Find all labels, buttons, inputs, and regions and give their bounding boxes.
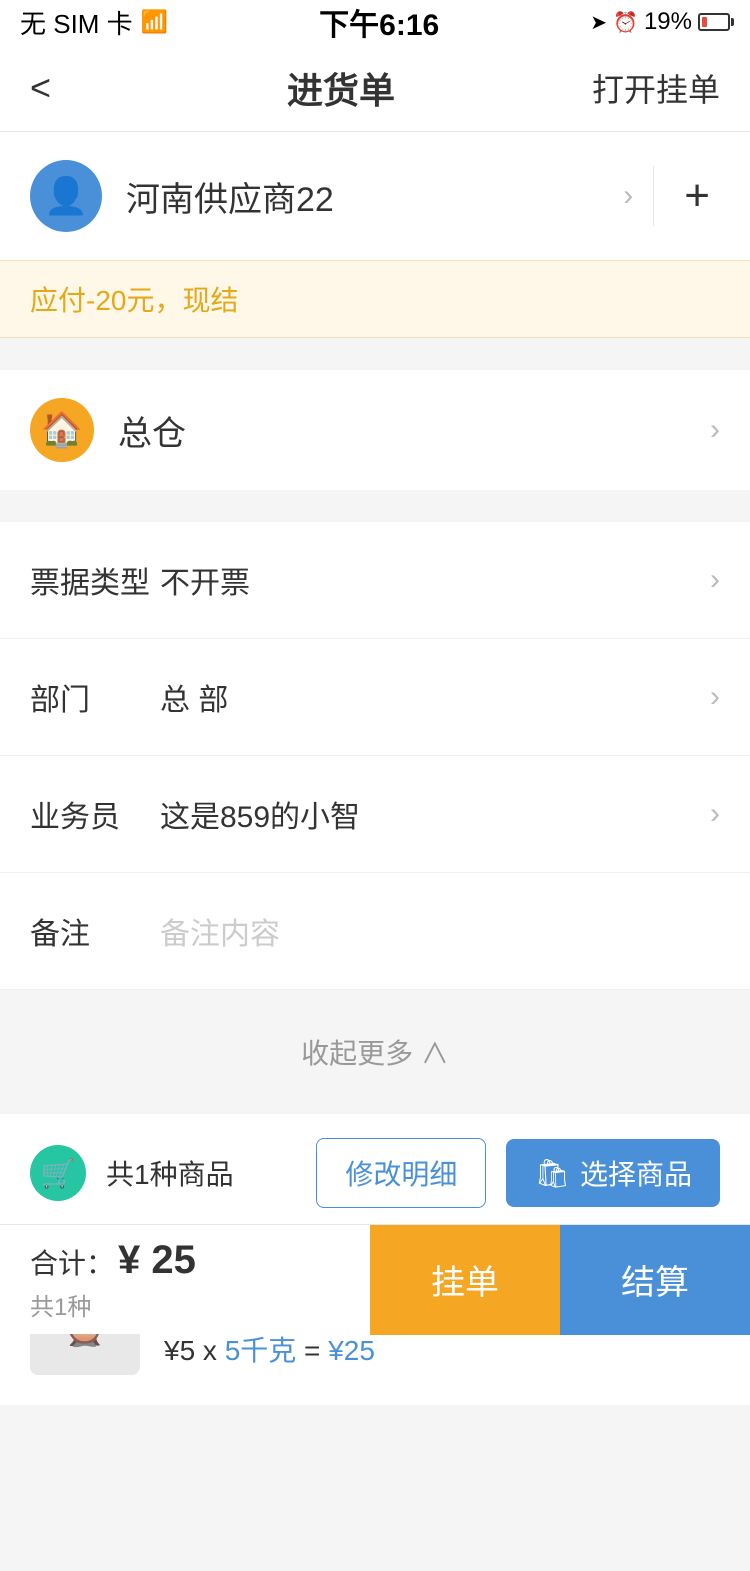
footer-total-amount: ¥ 25 <box>118 1238 196 1283</box>
page-title: 进货单 <box>287 62 395 114</box>
warehouse-chevron-icon: › <box>710 413 720 447</box>
salesperson-value: 这是859的小智 <box>160 792 710 836</box>
form-row-remark[interactable]: 备注 备注内容 <box>0 873 750 990</box>
warehouse-icon-glyph: 🏠 <box>41 410 83 450</box>
collapse-label: 收起更多 ∧ <box>301 1032 449 1072</box>
ticket-chevron-icon: › <box>710 563 720 597</box>
products-count: 共1种商品 <box>106 1153 296 1193</box>
alarm-icon: ⏰ <box>613 10 638 35</box>
collapse-button[interactable]: 收起更多 ∧ <box>0 1006 750 1098</box>
products-icon: 🛒 <box>30 1145 86 1201</box>
equals: = <box>296 1335 328 1366</box>
product-price: ¥5 x 5千克 = ¥25 <box>164 1329 660 1369</box>
nav-bar: < 进货单 打开挂单 <box>0 44 750 132</box>
open-hang-button[interactable]: 打开挂单 <box>592 65 720 111</box>
footer-total-label: 合计： <box>30 1242 114 1282</box>
qty: 5千克 <box>225 1335 297 1366</box>
warning-banner: 应付-20元，现结 <box>0 260 750 338</box>
gap <box>0 354 750 370</box>
ticket-label: 票据类型 <box>30 558 160 602</box>
add-supplier-button[interactable]: + <box>674 171 720 221</box>
settle-button[interactable]: 结算 <box>560 1225 750 1335</box>
select-product-icon: 🛍 <box>534 1157 570 1190</box>
edit-detail-button[interactable]: 修改明细 <box>316 1138 486 1208</box>
select-product-button[interactable]: 🛍 选择商品 <box>506 1139 720 1207</box>
form-row-ticket[interactable]: 票据类型 不开票 › <box>0 522 750 639</box>
warehouse-section: 🏠 总仓 › <box>0 370 750 490</box>
battery-icon <box>698 13 730 31</box>
unit-price: ¥5 x <box>164 1335 225 1366</box>
gap3 <box>0 1098 750 1114</box>
supplier-avatar-icon: 👤 <box>44 175 89 217</box>
status-right: ➤ ⏰ 19% <box>590 8 730 36</box>
remark-input[interactable]: 备注内容 <box>160 909 720 953</box>
warehouse-icon: 🏠 <box>30 398 94 462</box>
form-section: 票据类型 不开票 › 部门 总 部 › 业务员 这是859的小智 › 备注 备注… <box>0 522 750 990</box>
back-button[interactable]: < <box>30 67 90 109</box>
department-value: 总 部 <box>160 675 710 719</box>
salesperson-label: 业务员 <box>30 792 160 836</box>
carrier-label: 无 SIM 卡 <box>20 4 133 41</box>
warehouse-name: 总仓 <box>118 406 710 455</box>
supplier-chevron-icon: › <box>623 179 633 213</box>
select-product-label: 选择商品 <box>580 1153 692 1193</box>
supplier-name: 河南供应商22 <box>126 172 623 221</box>
status-left: 无 SIM 卡 📶 <box>20 4 168 41</box>
location-icon: ➤ <box>590 10 607 35</box>
gap2 <box>0 506 750 522</box>
form-row-department[interactable]: 部门 总 部 › <box>0 639 750 756</box>
status-bar: 无 SIM 卡 📶 下午6:16 ➤ ⏰ 19% <box>0 0 750 44</box>
warehouse-row[interactable]: 🏠 总仓 › <box>0 370 750 490</box>
remark-label: 备注 <box>30 909 160 953</box>
salesperson-chevron-icon: › <box>710 797 720 831</box>
department-chevron-icon: › <box>710 680 720 714</box>
department-label: 部门 <box>30 675 160 719</box>
supplier-avatar: 👤 <box>30 160 102 232</box>
footer: 合计： ¥ 25 共1种 挂单 结算 <box>0 1224 750 1334</box>
products-icon-glyph: 🛒 <box>41 1157 76 1190</box>
supplier-section: 👤 河南供应商22 › + 应付-20元，现结 <box>0 132 750 338</box>
products-header: 🛒 共1种商品 修改明细 🛍 选择商品 <box>0 1114 750 1233</box>
wifi-icon: 📶 <box>141 9 168 35</box>
bottom-gap <box>0 1421 750 1461</box>
footer-total-row: 合计： ¥ 25 <box>30 1238 340 1283</box>
form-row-salesperson[interactable]: 业务员 这是859的小智 › <box>0 756 750 873</box>
footer-total: 合计： ¥ 25 共1种 <box>0 1238 370 1322</box>
battery-percent: 19% <box>644 8 692 36</box>
total-price: ¥25 <box>328 1335 375 1366</box>
vertical-divider <box>653 166 654 226</box>
footer-sub-label: 共1种 <box>30 1287 340 1322</box>
hang-button[interactable]: 挂单 <box>370 1225 560 1335</box>
ticket-value: 不开票 <box>160 558 710 602</box>
time-label: 下午6:16 <box>319 0 439 44</box>
supplier-row[interactable]: 👤 河南供应商22 › + <box>0 132 750 260</box>
